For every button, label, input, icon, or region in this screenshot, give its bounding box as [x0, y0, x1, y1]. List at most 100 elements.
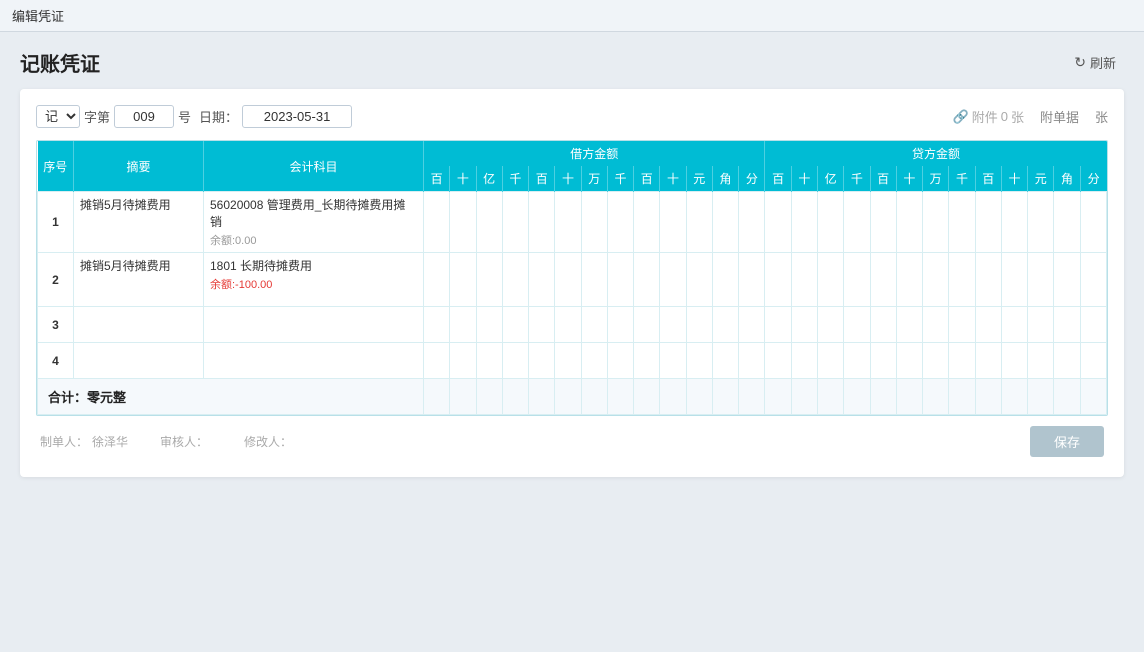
row-3-credit-6[interactable]	[896, 307, 922, 343]
row-3-debit-7[interactable]	[581, 307, 607, 343]
row-2-debit-9[interactable]	[634, 253, 660, 307]
row-4-debit-5[interactable]	[529, 343, 555, 379]
row-4-debit-4[interactable]	[502, 343, 528, 379]
row-2-credit-1[interactable]	[765, 253, 791, 307]
row-3-credit-9[interactable]	[975, 307, 1001, 343]
row-4-summary[interactable]	[74, 343, 204, 379]
row-4-credit-13[interactable]	[1080, 343, 1106, 379]
row-2-credit-8[interactable]	[949, 253, 975, 307]
row-3-debit-3[interactable]	[476, 307, 502, 343]
row-2-debit-5[interactable]	[529, 253, 555, 307]
row-4-credit-7[interactable]	[923, 343, 949, 379]
row-4-credit-1[interactable]	[765, 343, 791, 379]
row-4-credit-12[interactable]	[1054, 343, 1080, 379]
row-4-debit-13[interactable]	[739, 343, 765, 379]
row-2-debit-8[interactable]	[607, 253, 633, 307]
save-button[interactable]: 保存	[1030, 426, 1104, 457]
row-2-debit-11[interactable]	[686, 253, 712, 307]
row-2-credit-4[interactable]	[844, 253, 870, 307]
row-4-credit-5[interactable]	[870, 343, 896, 379]
row-3-credit-12[interactable]	[1054, 307, 1080, 343]
refresh-button[interactable]: ↻ 刷新	[1066, 49, 1124, 76]
row-2-credit-9[interactable]	[975, 253, 1001, 307]
row-3-credit-8[interactable]	[949, 307, 975, 343]
row-1-credit-9[interactable]	[975, 192, 1001, 253]
row-3-debit-12[interactable]	[712, 307, 738, 343]
row-4-debit-2[interactable]	[450, 343, 476, 379]
row-4-account[interactable]	[204, 343, 424, 379]
row-4-debit-6[interactable]	[555, 343, 581, 379]
row-1-credit-3[interactable]	[817, 192, 843, 253]
row-1-debit-7[interactable]	[581, 192, 607, 253]
row-2-debit-1[interactable]	[424, 253, 450, 307]
row-4-credit-4[interactable]	[844, 343, 870, 379]
row-3-credit-3[interactable]	[817, 307, 843, 343]
row-3-credit-7[interactable]	[923, 307, 949, 343]
row-4-credit-3[interactable]	[817, 343, 843, 379]
row-2-summary[interactable]: 摊销5月待摊费用	[74, 253, 204, 307]
row-2-credit-12[interactable]	[1054, 253, 1080, 307]
row-1-debit-8[interactable]	[607, 192, 633, 253]
row-1-debit-10[interactable]	[660, 192, 686, 253]
row-3-debit-5[interactable]	[529, 307, 555, 343]
row-2-debit-12[interactable]	[712, 253, 738, 307]
row-1-debit-11[interactable]	[686, 192, 712, 253]
row-4-debit-12[interactable]	[712, 343, 738, 379]
row-4-seq[interactable]: 4	[38, 343, 74, 379]
row-2-credit-6[interactable]	[896, 253, 922, 307]
row-2-credit-3[interactable]	[817, 253, 843, 307]
row-3-seq[interactable]: 3	[38, 307, 74, 343]
row-3-debit-4[interactable]	[502, 307, 528, 343]
row-3-debit-10[interactable]	[660, 307, 686, 343]
row-3-credit-13[interactable]	[1080, 307, 1106, 343]
row-3-debit-6[interactable]	[555, 307, 581, 343]
row-1-debit-13[interactable]	[739, 192, 765, 253]
attachment-link[interactable]: 🔗 附件 0 张	[953, 107, 1024, 126]
row-4-debit-3[interactable]	[476, 343, 502, 379]
row-2-credit-7[interactable]	[923, 253, 949, 307]
row-3-account[interactable]	[204, 307, 424, 343]
row-1-account[interactable]: 56020008 管理费用_长期待摊费用摊销余额:0.00	[204, 192, 424, 253]
row-3-debit-2[interactable]	[450, 307, 476, 343]
row-3-debit-8[interactable]	[607, 307, 633, 343]
row-4-debit-8[interactable]	[607, 343, 633, 379]
row-1-debit-4[interactable]	[502, 192, 528, 253]
row-3-credit-11[interactable]	[1028, 307, 1054, 343]
row-2-debit-6[interactable]	[555, 253, 581, 307]
row-4-credit-6[interactable]	[896, 343, 922, 379]
row-2-account[interactable]: 1801 长期待摊费用余额:-100.00	[204, 253, 424, 307]
row-1-credit-13[interactable]	[1080, 192, 1106, 253]
row-4-debit-10[interactable]	[660, 343, 686, 379]
date-input[interactable]	[242, 105, 352, 128]
row-2-debit-4[interactable]	[502, 253, 528, 307]
row-4-debit-1[interactable]	[424, 343, 450, 379]
row-1-seq[interactable]: 1	[38, 192, 74, 253]
row-3-debit-11[interactable]	[686, 307, 712, 343]
row-1-credit-1[interactable]	[765, 192, 791, 253]
row-3-credit-2[interactable]	[791, 307, 817, 343]
row-4-debit-7[interactable]	[581, 343, 607, 379]
row-3-summary[interactable]	[74, 307, 204, 343]
row-2-debit-10[interactable]	[660, 253, 686, 307]
row-2-debit-3[interactable]	[476, 253, 502, 307]
row-2-credit-11[interactable]	[1028, 253, 1054, 307]
row-1-debit-12[interactable]	[712, 192, 738, 253]
row-1-credit-10[interactable]	[1001, 192, 1027, 253]
voucher-number-input[interactable]	[114, 105, 174, 128]
row-3-credit-5[interactable]	[870, 307, 896, 343]
row-2-credit-2[interactable]	[791, 253, 817, 307]
row-1-debit-2[interactable]	[450, 192, 476, 253]
attachment-slip-label[interactable]: 附单据	[1040, 107, 1079, 126]
row-4-credit-8[interactable]	[949, 343, 975, 379]
row-1-debit-9[interactable]	[634, 192, 660, 253]
row-2-debit-13[interactable]	[739, 253, 765, 307]
row-2-credit-5[interactable]	[870, 253, 896, 307]
row-1-debit-3[interactable]	[476, 192, 502, 253]
row-3-debit-9[interactable]	[634, 307, 660, 343]
row-1-credit-4[interactable]	[844, 192, 870, 253]
voucher-type-select[interactable]: 记	[36, 105, 80, 128]
row-3-debit-1[interactable]	[424, 307, 450, 343]
row-4-credit-10[interactable]	[1001, 343, 1027, 379]
row-3-debit-13[interactable]	[739, 307, 765, 343]
row-2-credit-10[interactable]	[1001, 253, 1027, 307]
